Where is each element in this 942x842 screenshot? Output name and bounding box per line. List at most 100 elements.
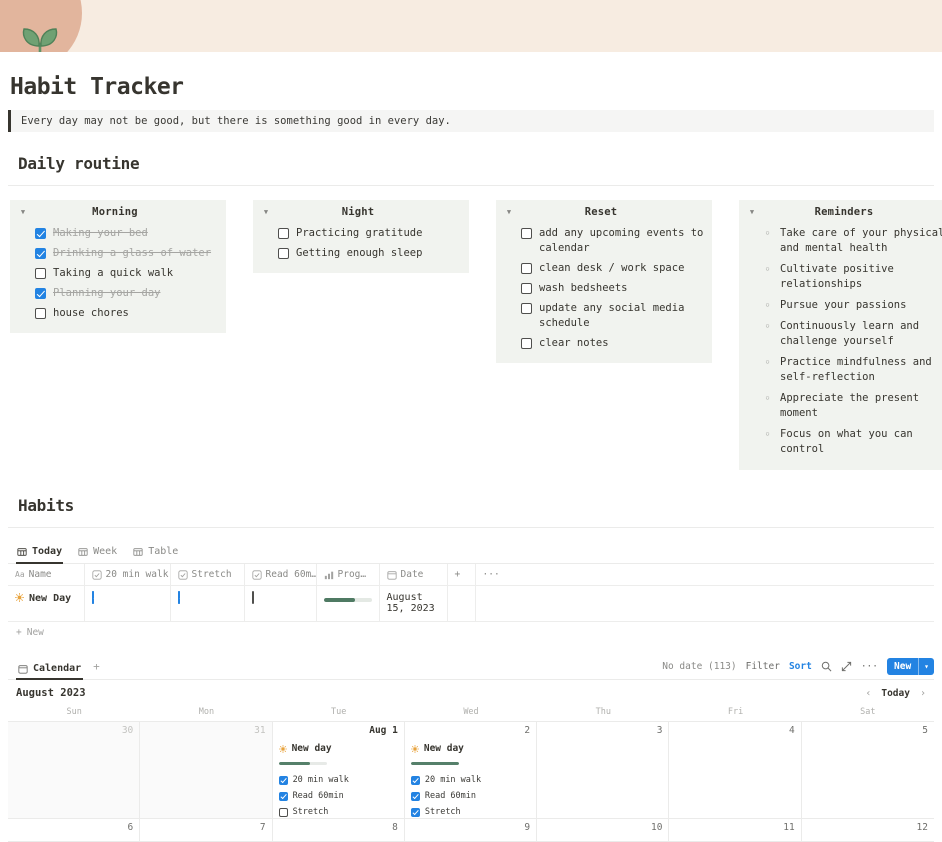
column-header-date[interactable]: Date (379, 564, 447, 586)
column-header-read[interactable]: Read 60m… (244, 564, 316, 586)
checkbox[interactable] (278, 228, 289, 239)
calendar-day-cell[interactable]: 2New day20 min walkRead 60minStretch (405, 722, 537, 818)
todo-item[interactable]: clear notes (504, 333, 704, 353)
todo-item[interactable]: Taking a quick walk (18, 263, 218, 283)
today-button[interactable]: Today (881, 688, 910, 699)
column-header-name[interactable]: Aa Name (8, 564, 84, 586)
column-header-walk[interactable]: 20 min walk (84, 564, 170, 586)
calendar-event-card[interactable]: New day20 min walkRead 60minStretch (411, 743, 530, 820)
cell-read[interactable] (244, 586, 316, 622)
new-entry-button[interactable]: New ▾ (887, 658, 934, 675)
checkbox[interactable] (411, 792, 420, 801)
event-todo-item[interactable]: Stretch (411, 804, 530, 820)
checkbox[interactable] (521, 228, 532, 239)
calendar-day-cell[interactable]: 12 (802, 819, 934, 841)
checkbox[interactable] (521, 338, 532, 349)
day-name: Tue (273, 705, 405, 721)
expand-icon[interactable] (841, 661, 852, 672)
checkbox[interactable] (35, 228, 46, 239)
event-todo-item[interactable]: 20 min walk (279, 772, 398, 788)
row-date-label: August 15, 2023 (387, 592, 435, 614)
toggle-caret-icon[interactable]: ▼ (261, 209, 271, 216)
checkbox[interactable] (411, 776, 420, 785)
todo-item[interactable]: house chores (18, 303, 218, 323)
filter-button[interactable]: Filter (746, 661, 780, 672)
calendar-event-card[interactable]: New day20 min walkRead 60minStretch (279, 743, 398, 820)
cell-progress[interactable] (316, 586, 379, 622)
checkbox[interactable] (521, 263, 532, 274)
calendar-day-cell[interactable]: 10 (537, 819, 669, 841)
todo-item[interactable]: Making your bed (18, 223, 218, 243)
toggle-caret-icon[interactable]: ▼ (18, 209, 28, 216)
calendar-day-cell[interactable]: 3 (537, 722, 669, 818)
add-view-button[interactable]: + (93, 660, 100, 676)
more-icon[interactable]: ··· (861, 661, 878, 672)
todo-item[interactable]: add any upcoming events to calendar (504, 223, 704, 258)
calendar-day-cell[interactable]: 8 (273, 819, 405, 841)
calendar-day-cell[interactable]: 7 (140, 819, 272, 841)
event-todo-item[interactable]: Read 60min (411, 788, 530, 804)
cell-stretch[interactable] (170, 586, 244, 622)
chevron-down-icon[interactable]: ▾ (919, 658, 934, 675)
no-date-count[interactable]: No date (113) (662, 661, 736, 672)
checkbox[interactable] (278, 248, 289, 259)
next-month-button[interactable]: › (920, 688, 926, 699)
checkbox[interactable] (279, 776, 288, 785)
column-header-stretch[interactable]: Stretch (170, 564, 244, 586)
search-icon[interactable] (821, 661, 832, 672)
day-number: 9 (411, 822, 530, 834)
sort-button[interactable]: Sort (789, 661, 812, 672)
tab-week[interactable]: Week (77, 542, 118, 563)
checkbox[interactable] (252, 591, 254, 604)
checkbox[interactable] (411, 808, 420, 817)
table-row[interactable]: New Day August 15, 2023 (8, 586, 934, 622)
checkbox[interactable] (521, 283, 532, 294)
tab-today[interactable]: Today (16, 542, 63, 563)
checkbox[interactable] (521, 303, 532, 314)
todo-label: Practicing gratitude (296, 226, 422, 241)
checkbox[interactable] (35, 248, 46, 259)
calendar-day-cell[interactable]: 4 (669, 722, 801, 818)
event-todo-item[interactable]: Read 60min (279, 788, 398, 804)
checkbox[interactable] (35, 288, 46, 299)
page-title: Habit Tracker (8, 74, 934, 100)
column-header-progress[interactable]: Prog… (316, 564, 379, 586)
add-column-button[interactable]: + (447, 564, 475, 586)
toggle-caret-icon[interactable]: ▼ (504, 209, 514, 216)
todo-item[interactable]: Drinking a glass of water (18, 243, 218, 263)
tab-calendar[interactable]: Calendar (16, 663, 83, 679)
event-todo-item[interactable]: 20 min walk (411, 772, 530, 788)
checkbox[interactable] (279, 792, 288, 801)
calendar-day-cell[interactable]: 5 (802, 722, 934, 818)
checkbox[interactable] (35, 308, 46, 319)
todo-item[interactable]: clean desk / work space (504, 258, 704, 278)
table-icon (17, 547, 27, 557)
tab-table[interactable]: Table (132, 542, 179, 563)
checkbox[interactable] (35, 268, 46, 279)
event-todo-item[interactable]: Stretch (279, 804, 398, 820)
prev-month-button[interactable]: ‹ (865, 688, 871, 699)
cell-walk[interactable] (84, 586, 170, 622)
checkbox[interactable] (279, 808, 288, 817)
todo-item[interactable]: wash bedsheets (504, 278, 704, 298)
todo-label: house chores (53, 306, 129, 321)
calendar-day-cell[interactable]: 9 (405, 819, 537, 841)
todo-item[interactable]: update any social media schedule (504, 298, 704, 333)
list-item-label: Cultivate positive relationships (780, 262, 942, 292)
checkbox[interactable] (178, 591, 180, 604)
todo-item[interactable]: Practicing gratitude (261, 223, 461, 243)
calendar-day-cell[interactable]: Aug 1New day20 min walkRead 60minStretch (273, 722, 405, 818)
todo-item[interactable]: Getting enough sleep (261, 243, 461, 263)
calendar-day-cell[interactable]: 31 (140, 722, 272, 818)
toggle-caret-icon[interactable]: ▼ (747, 209, 757, 216)
calendar-day-cell[interactable]: 6 (8, 819, 140, 841)
table-more-button[interactable]: ··· (475, 564, 934, 586)
cell-date[interactable]: August 15, 2023 (379, 586, 447, 622)
panel-header: ▼Reminders (747, 206, 942, 218)
cell-name[interactable]: New Day (8, 586, 84, 622)
checkbox[interactable] (92, 591, 94, 604)
calendar-day-cell[interactable]: 11 (669, 819, 801, 841)
add-new-row-button[interactable]: + New (8, 622, 934, 638)
todo-item[interactable]: Planning your day (18, 283, 218, 303)
calendar-day-cell[interactable]: 30 (8, 722, 140, 818)
